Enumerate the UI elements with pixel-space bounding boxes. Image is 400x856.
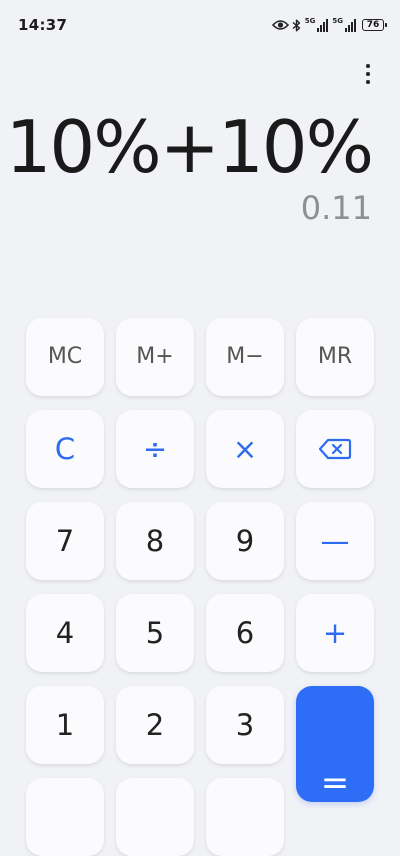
mc-button[interactable]: MC [26, 318, 104, 396]
digit-label: 1 [55, 707, 75, 742]
mc-label: MC [47, 344, 83, 369]
clear-label: C [54, 431, 76, 466]
m-plus-label: M+ [136, 344, 174, 369]
digit-label: 8 [145, 523, 165, 558]
status-icons: 5G 5G 76 [271, 16, 387, 34]
key-partial[interactable] [116, 778, 194, 856]
m-plus-button[interactable]: M+ [116, 318, 194, 396]
minus-button[interactable]: — [296, 502, 374, 580]
digit-label: 2 [145, 707, 165, 742]
bluetooth-icon [292, 19, 300, 31]
expression-display: 10%+10% [5, 105, 374, 189]
signal-icon: 5G [305, 18, 329, 32]
digit-6-button[interactable]: 6 [206, 594, 284, 672]
backspace-icon [318, 438, 352, 460]
key-partial[interactable] [26, 778, 104, 856]
equals-button[interactable]: = [296, 686, 374, 802]
digit-5-button[interactable]: 5 [116, 594, 194, 672]
digit-label: 9 [235, 523, 255, 558]
minus-label: — [320, 523, 350, 558]
backspace-button[interactable] [296, 410, 374, 488]
digit-label: 3 [235, 707, 255, 742]
more-options-button[interactable] [354, 58, 382, 90]
digit-4-button[interactable]: 4 [26, 594, 104, 672]
battery-icon: 76 [362, 19, 387, 31]
eye-icon [271, 20, 289, 30]
digit-3-button[interactable]: 3 [206, 686, 284, 764]
m-minus-label: M− [226, 344, 264, 369]
m-minus-button[interactable]: M− [206, 318, 284, 396]
key-partial[interactable] [206, 778, 284, 856]
more-vertical-icon [366, 64, 370, 68]
multiply-label: × [232, 431, 258, 466]
result-display: 0.11 [300, 189, 372, 227]
digit-2-button[interactable]: 2 [116, 686, 194, 764]
multiply-button[interactable]: × [206, 410, 284, 488]
network-type-label: 5G [332, 17, 343, 25]
status-time: 14:37 [18, 16, 68, 34]
signal-icon: 5G [332, 18, 356, 32]
digit-1-button[interactable]: 1 [26, 686, 104, 764]
equals-label: = [320, 763, 350, 803]
digit-label: 5 [145, 615, 165, 650]
digit-7-button[interactable]: 7 [26, 502, 104, 580]
divide-button[interactable]: ÷ [116, 410, 194, 488]
digit-label: 4 [55, 615, 75, 650]
battery-level: 76 [366, 19, 380, 30]
clear-button[interactable]: C [26, 410, 104, 488]
mr-button[interactable]: MR [296, 318, 374, 396]
plus-label: + [322, 615, 348, 650]
mr-label: MR [317, 344, 353, 369]
digit-8-button[interactable]: 8 [116, 502, 194, 580]
plus-button[interactable]: + [296, 594, 374, 672]
digit-9-button[interactable]: 9 [206, 502, 284, 580]
digit-label: 7 [55, 523, 75, 558]
network-type-label: 5G [304, 17, 316, 25]
digit-label: 6 [235, 615, 255, 650]
divide-label: ÷ [142, 431, 168, 466]
status-bar: 14:37 5G 5G 76 [0, 0, 400, 50]
